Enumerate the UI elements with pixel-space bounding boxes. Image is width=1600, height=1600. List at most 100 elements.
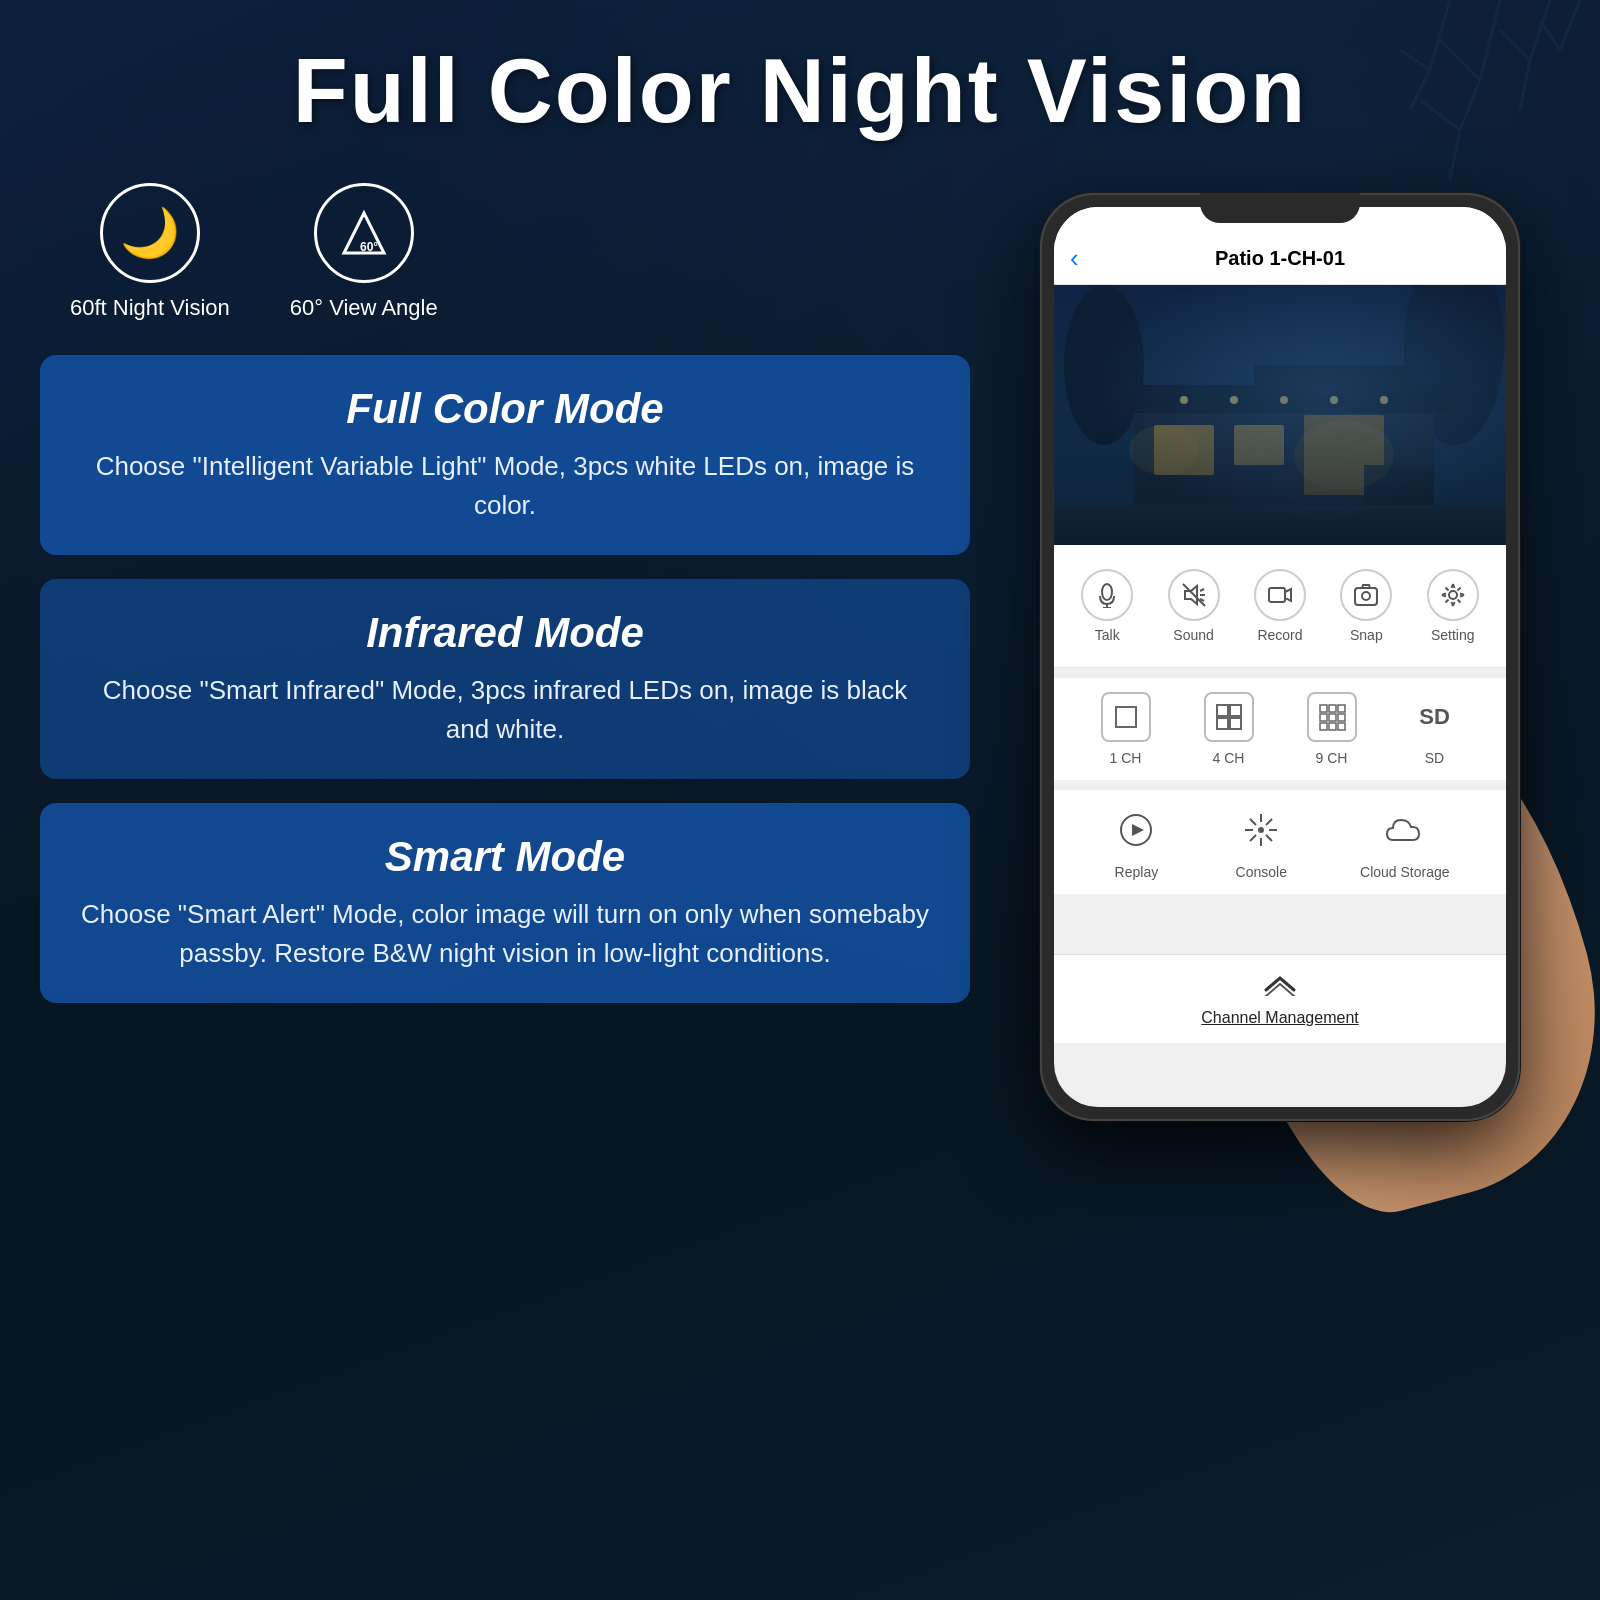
smart-title: Smart Mode bbox=[80, 833, 930, 881]
channel-management-label: Channel Management bbox=[1201, 1009, 1358, 1027]
svg-rect-21 bbox=[1154, 425, 1214, 475]
one-ch-label: 1 CH bbox=[1110, 750, 1142, 766]
sd-button[interactable]: SD SD bbox=[1410, 692, 1460, 766]
svg-point-26 bbox=[1129, 425, 1199, 475]
record-label: Record bbox=[1257, 627, 1302, 643]
camera-feed bbox=[1054, 285, 1506, 545]
moon-icon: 🌙 bbox=[100, 183, 200, 283]
svg-rect-18 bbox=[1134, 405, 1434, 545]
nine-ch-button[interactable]: 9 CH bbox=[1307, 692, 1357, 766]
setting-button[interactable]: Setting bbox=[1427, 569, 1479, 643]
svg-rect-22 bbox=[1234, 425, 1284, 465]
svg-line-67 bbox=[1250, 819, 1256, 825]
replay-icon bbox=[1110, 804, 1162, 856]
infrared-title: Infrared Mode bbox=[80, 609, 930, 657]
svg-point-27 bbox=[1294, 420, 1394, 490]
sound-icon bbox=[1168, 569, 1220, 621]
svg-point-45 bbox=[1449, 591, 1457, 599]
replay-label: Replay bbox=[1115, 864, 1159, 880]
svg-rect-57 bbox=[1320, 723, 1327, 730]
svg-point-29 bbox=[1230, 396, 1238, 404]
nine-ch-icon bbox=[1307, 692, 1357, 742]
svg-rect-47 bbox=[1217, 705, 1228, 716]
console-icon bbox=[1235, 804, 1287, 856]
setting-icon bbox=[1427, 569, 1479, 621]
svg-point-62 bbox=[1258, 827, 1264, 833]
smart-desc: Choose "Smart Alert" Mode, color image w… bbox=[80, 895, 930, 973]
snap-button[interactable]: Snap bbox=[1340, 569, 1392, 643]
phone-display: ‹ Patio 1-CH-01 bbox=[1000, 173, 1560, 1121]
svg-rect-43 bbox=[1355, 588, 1377, 605]
svg-rect-50 bbox=[1230, 718, 1241, 729]
one-ch-icon bbox=[1101, 692, 1151, 742]
smart-mode-box: Smart Mode Choose "Smart Alert" Mode, co… bbox=[40, 803, 970, 1003]
svg-rect-58 bbox=[1329, 723, 1336, 730]
setting-label: Setting bbox=[1431, 627, 1475, 643]
svg-line-70 bbox=[1250, 835, 1256, 841]
console-label: Console bbox=[1236, 864, 1287, 880]
full-color-mode-box: Full Color Mode Choose "Intelligent Vari… bbox=[40, 355, 970, 555]
record-button[interactable]: Record bbox=[1254, 569, 1306, 643]
sound-label: Sound bbox=[1173, 627, 1213, 643]
cloud-storage-button[interactable]: Cloud Storage bbox=[1360, 804, 1450, 880]
sound-button[interactable]: Sound bbox=[1168, 569, 1220, 643]
svg-rect-53 bbox=[1338, 705, 1345, 712]
phone-mockup: ‹ Patio 1-CH-01 bbox=[1040, 193, 1520, 1121]
feature-icons-row: 🌙 60ft Night Vision 60° 60° View Angle bbox=[40, 173, 970, 331]
svg-point-33 bbox=[1102, 584, 1112, 600]
sd-icon: SD bbox=[1410, 692, 1460, 742]
page-title: Full Color Night Vision bbox=[293, 40, 1307, 143]
svg-rect-56 bbox=[1338, 714, 1345, 721]
svg-rect-52 bbox=[1329, 705, 1336, 712]
infrared-mode-box: Infrared Mode Choose "Smart Infrared" Mo… bbox=[40, 579, 970, 779]
svg-rect-54 bbox=[1320, 714, 1327, 721]
four-ch-button[interactable]: 4 CH bbox=[1204, 692, 1254, 766]
snap-label: Snap bbox=[1350, 627, 1383, 643]
svg-rect-49 bbox=[1217, 718, 1228, 729]
svg-line-37 bbox=[1200, 589, 1204, 591]
talk-button[interactable]: Talk bbox=[1081, 569, 1133, 643]
sd-label: SD bbox=[1425, 750, 1444, 766]
svg-rect-55 bbox=[1329, 714, 1336, 721]
talk-label: Talk bbox=[1095, 627, 1120, 643]
svg-point-16 bbox=[1064, 285, 1144, 445]
replay-button[interactable]: Replay bbox=[1110, 804, 1162, 880]
svg-point-28 bbox=[1180, 396, 1188, 404]
cloud-icon bbox=[1379, 804, 1431, 856]
svg-text:60°: 60° bbox=[360, 240, 378, 254]
svg-rect-41 bbox=[1269, 588, 1285, 602]
svg-rect-24 bbox=[1364, 465, 1434, 545]
grid-controls: 1 CH bbox=[1054, 678, 1506, 780]
full-color-desc: Choose "Intelligent Variable Light" Mode… bbox=[80, 447, 930, 525]
svg-marker-42 bbox=[1285, 589, 1291, 601]
camera-scene bbox=[1054, 285, 1506, 545]
channel-management-bar[interactable]: Channel Management bbox=[1054, 954, 1506, 1043]
console-button[interactable]: Console bbox=[1235, 804, 1287, 880]
infrared-desc: Choose "Smart Infrared" Mode, 3pcs infra… bbox=[80, 671, 930, 749]
one-ch-button[interactable]: 1 CH bbox=[1101, 692, 1151, 766]
svg-point-44 bbox=[1362, 592, 1370, 600]
sd-text: SD bbox=[1419, 704, 1450, 730]
left-column: 🌙 60ft Night Vision 60° 60° View Angle F… bbox=[40, 173, 970, 1121]
controls-row-1: Talk bbox=[1064, 561, 1496, 651]
main-controls: Talk bbox=[1054, 545, 1506, 668]
svg-point-17 bbox=[1404, 285, 1504, 445]
night-vision-label: 60ft Night Vision bbox=[70, 295, 230, 321]
svg-rect-25 bbox=[1054, 505, 1506, 545]
phone-outer-case: ‹ Patio 1-CH-01 bbox=[1040, 193, 1520, 1121]
channel-title: Patio 1-CH-01 bbox=[1215, 247, 1345, 270]
snap-icon bbox=[1340, 569, 1392, 621]
svg-rect-46 bbox=[1116, 707, 1136, 727]
svg-point-31 bbox=[1330, 396, 1338, 404]
talk-icon bbox=[1081, 569, 1133, 621]
svg-point-30 bbox=[1280, 396, 1288, 404]
phone-screen: ‹ Patio 1-CH-01 bbox=[1054, 207, 1506, 1107]
svg-line-69 bbox=[1266, 819, 1272, 825]
phone-screen-inner: ‹ Patio 1-CH-01 bbox=[1054, 207, 1506, 1107]
svg-line-68 bbox=[1266, 835, 1272, 841]
svg-rect-23 bbox=[1304, 415, 1384, 495]
svg-rect-59 bbox=[1338, 723, 1345, 730]
svg-point-32 bbox=[1380, 396, 1388, 404]
angle-icon: 60° bbox=[314, 183, 414, 283]
back-button[interactable]: ‹ bbox=[1070, 243, 1079, 274]
